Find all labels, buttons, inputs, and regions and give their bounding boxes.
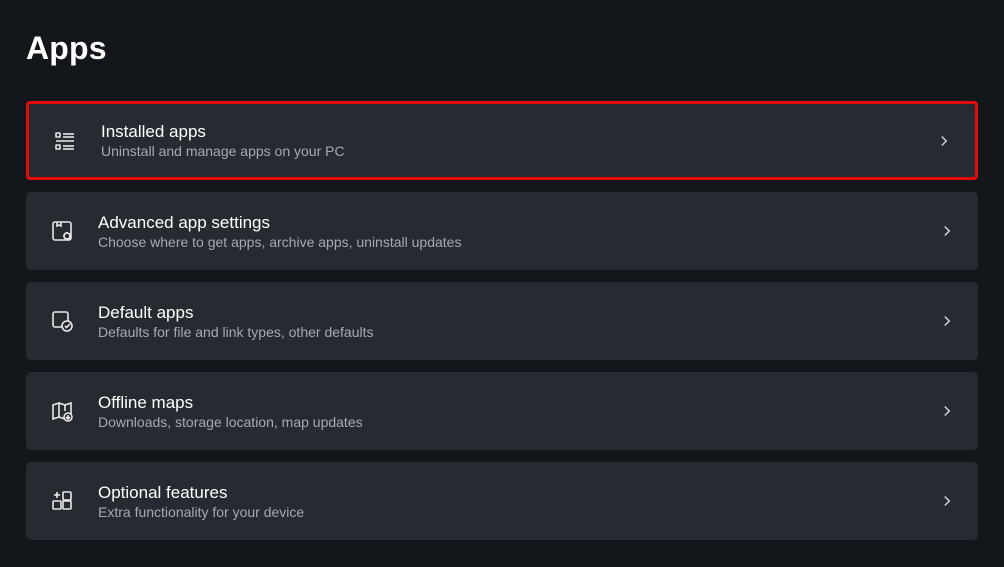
advanced-settings-icon (48, 217, 76, 245)
setting-item-desc: Defaults for file and link types, other … (98, 324, 922, 340)
setting-item-title: Advanced app settings (98, 213, 922, 233)
setting-item-desc: Choose where to get apps, archive apps, … (98, 234, 922, 250)
chevron-right-icon (938, 312, 956, 330)
chevron-right-icon (938, 492, 956, 510)
chevron-right-icon (938, 222, 956, 240)
setting-item-desc: Downloads, storage location, map updates (98, 414, 922, 430)
setting-item-text: Default apps Defaults for file and link … (98, 303, 922, 340)
setting-item-text: Installed apps Uninstall and manage apps… (101, 122, 919, 159)
setting-item-text: Advanced app settings Choose where to ge… (98, 213, 922, 250)
setting-item-text: Optional features Extra functionality fo… (98, 483, 922, 520)
offline-maps-icon (48, 397, 76, 425)
setting-installed-apps[interactable]: Installed apps Uninstall and manage apps… (26, 101, 978, 180)
chevron-right-icon (935, 132, 953, 150)
setting-item-title: Optional features (98, 483, 922, 503)
page-title: Apps (26, 30, 978, 67)
setting-optional-features[interactable]: Optional features Extra functionality fo… (26, 462, 978, 540)
default-apps-icon (48, 307, 76, 335)
setting-item-title: Offline maps (98, 393, 922, 413)
chevron-right-icon (938, 402, 956, 420)
setting-item-desc: Uninstall and manage apps on your PC (101, 143, 919, 159)
setting-item-title: Installed apps (101, 122, 919, 142)
setting-item-desc: Extra functionality for your device (98, 504, 922, 520)
setting-offline-maps[interactable]: Offline maps Downloads, storage location… (26, 372, 978, 450)
setting-advanced-app-settings[interactable]: Advanced app settings Choose where to ge… (26, 192, 978, 270)
setting-item-title: Default apps (98, 303, 922, 323)
setting-item-text: Offline maps Downloads, storage location… (98, 393, 922, 430)
settings-list: Installed apps Uninstall and manage apps… (26, 101, 978, 540)
installed-apps-icon (51, 127, 79, 155)
optional-features-icon (48, 487, 76, 515)
setting-default-apps[interactable]: Default apps Defaults for file and link … (26, 282, 978, 360)
